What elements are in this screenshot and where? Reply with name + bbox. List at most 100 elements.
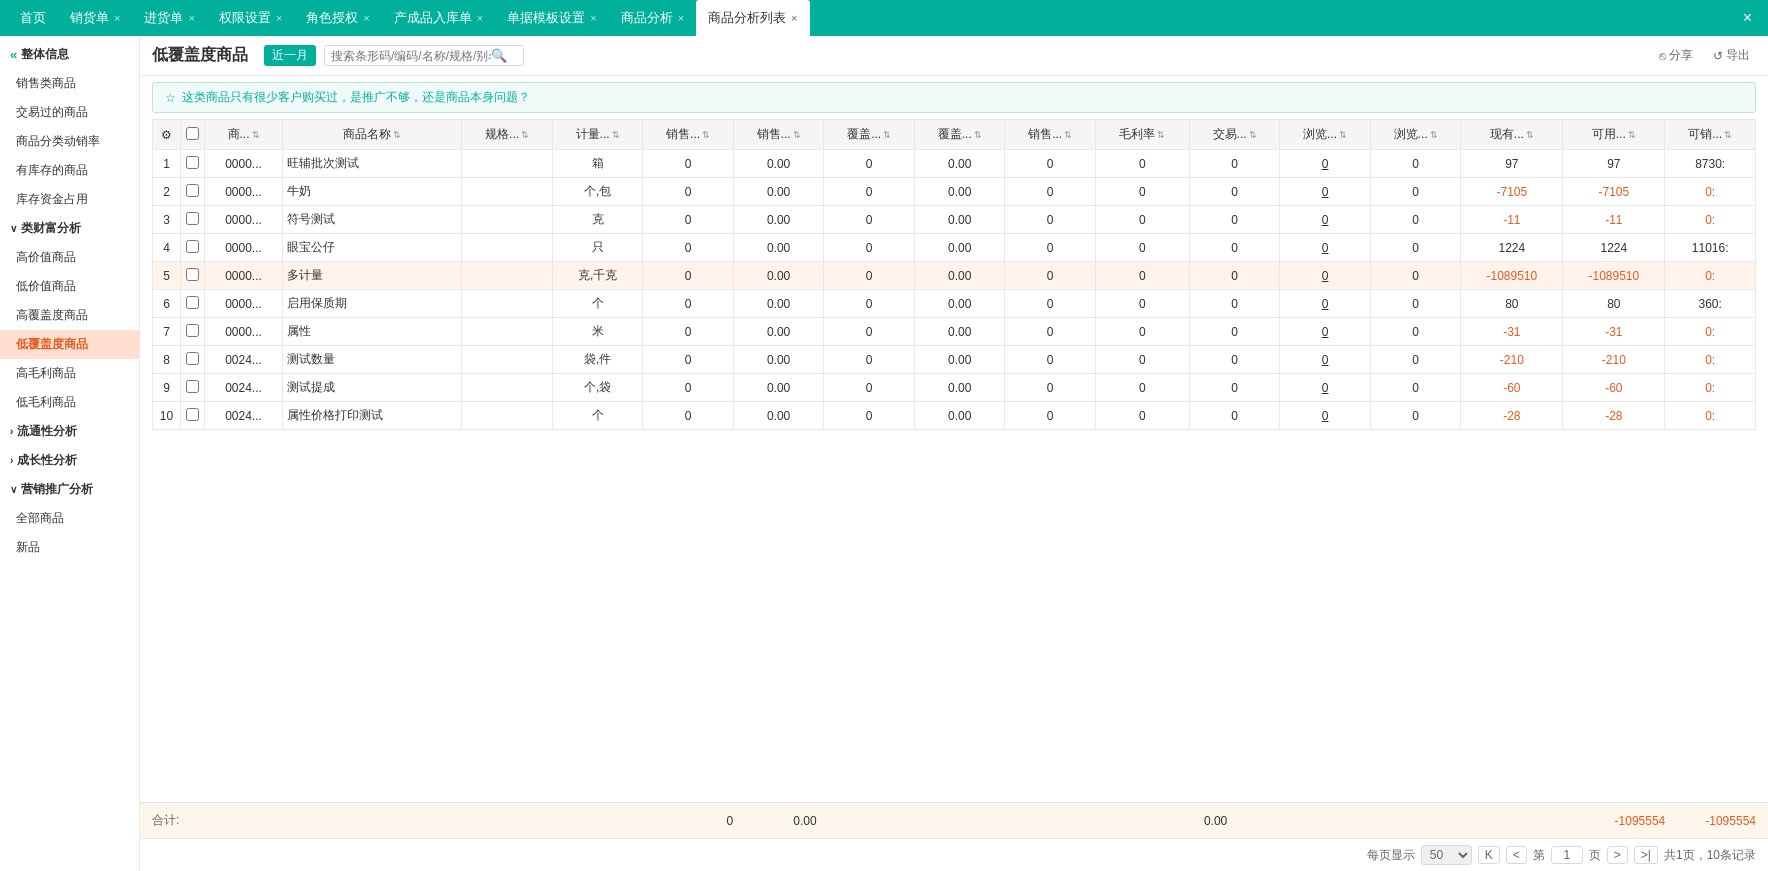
col-trade[interactable]: 交易...⇅ [1189, 120, 1280, 150]
row-checkbox[interactable] [186, 268, 199, 281]
sidebar-section-header-liquidity[interactable]: › 流通性分析 [0, 417, 139, 446]
col-saleable[interactable]: 可销...⇅ [1665, 120, 1756, 150]
nav-item-product-analysis[interactable]: 商品分析 × [609, 0, 696, 36]
sidebar-section-header-wealth[interactable]: ∨ 类财富分析 [0, 214, 139, 243]
row-checkbox-cell[interactable] [181, 374, 205, 402]
row-unit: 个,袋 [552, 374, 643, 402]
nav-item-home[interactable]: 首页 [8, 0, 58, 36]
row-checkbox[interactable] [186, 380, 199, 393]
row-browse1[interactable]: 0 [1280, 234, 1371, 262]
sidebar-item-all-goods[interactable]: 全部商品 [0, 504, 139, 533]
last-page-button[interactable]: >| [1634, 846, 1658, 864]
col-unit[interactable]: 计量...⇅ [552, 120, 643, 150]
row-checkbox-cell[interactable] [181, 234, 205, 262]
sidebar-item-stocked-goods[interactable]: 有库存的商品 [0, 156, 139, 185]
col-avail[interactable]: 可用...⇅ [1563, 120, 1665, 150]
row-sales3: 0 [1005, 150, 1096, 178]
sidebar-item-low-margin[interactable]: 低毛利商品 [0, 388, 139, 417]
page-input[interactable] [1551, 846, 1583, 864]
row-checkbox-cell[interactable] [181, 318, 205, 346]
share-button[interactable]: ⎋ 分享 [1653, 44, 1699, 67]
col-cov1[interactable]: 覆盖...⇅ [824, 120, 915, 150]
col-checkbox[interactable] [181, 120, 205, 150]
row-checkbox[interactable] [186, 408, 199, 421]
close-icon[interactable]: × [363, 12, 369, 24]
row-checkbox[interactable] [186, 156, 199, 169]
period-button[interactable]: 近一月 [264, 45, 316, 66]
col-browse1[interactable]: 浏览...⇅ [1280, 120, 1371, 150]
row-checkbox-cell[interactable] [181, 290, 205, 318]
row-browse1[interactable]: 0 [1280, 150, 1371, 178]
search-input[interactable] [331, 49, 491, 63]
nav-item-template-settings[interactable]: 单据模板设置 × [495, 0, 608, 36]
col-sales-amt[interactable]: 销售...⇅ [733, 120, 824, 150]
sidebar-item-category-rate[interactable]: 商品分类动销率 [0, 127, 139, 156]
col-margin[interactable]: 毛利率⇅ [1095, 120, 1189, 150]
sidebar-item-traded-goods[interactable]: 交易过的商品 [0, 98, 139, 127]
row-checkbox[interactable] [186, 352, 199, 365]
row-browse1[interactable]: 0 [1280, 262, 1371, 290]
first-page-button[interactable]: K [1478, 846, 1500, 864]
row-checkbox-cell[interactable] [181, 262, 205, 290]
row-checkbox-cell[interactable] [181, 150, 205, 178]
row-browse1[interactable]: 0 [1280, 402, 1371, 430]
sidebar-item-low-value[interactable]: 低价值商品 [0, 272, 139, 301]
row-browse1[interactable]: 0 [1280, 374, 1371, 402]
close-icon[interactable]: × [276, 12, 282, 24]
row-checkbox-cell[interactable] [181, 178, 205, 206]
close-icon[interactable]: × [188, 12, 194, 24]
col-browse2[interactable]: 浏览...⇅ [1370, 120, 1461, 150]
row-checkbox-cell[interactable] [181, 402, 205, 430]
nav-item-purchase[interactable]: 进货单 × [132, 0, 206, 36]
col-spec[interactable]: 规格...⇅ [462, 120, 553, 150]
row-browse1[interactable]: 0 [1280, 178, 1371, 206]
close-icon[interactable]: × [678, 12, 684, 24]
col-sales-qty[interactable]: 销售...⇅ [643, 120, 734, 150]
close-icon[interactable]: × [114, 12, 120, 24]
row-checkbox-cell[interactable] [181, 206, 205, 234]
page-of-label: 页 [1589, 847, 1601, 864]
row-browse1[interactable]: 0 [1280, 346, 1371, 374]
close-icon[interactable]: × [791, 12, 797, 24]
nav-item-role-auth[interactable]: 角色授权 × [294, 0, 381, 36]
prev-page-button[interactable]: < [1506, 846, 1527, 864]
row-checkbox[interactable] [186, 184, 199, 197]
col-stock[interactable]: 现有...⇅ [1461, 120, 1563, 150]
row-sales3: 0 [1005, 402, 1096, 430]
row-browse1[interactable]: 0 [1280, 290, 1371, 318]
sidebar-item-high-coverage[interactable]: 高覆盖度商品 [0, 301, 139, 330]
sidebar-item-sales-goods[interactable]: 销售类商品 [0, 69, 139, 98]
nav-item-permissions[interactable]: 权限设置 × [207, 0, 294, 36]
row-checkbox[interactable] [186, 212, 199, 225]
row-checkbox[interactable] [186, 296, 199, 309]
sidebar-section-header-overall[interactable]: « 整体信息 [0, 40, 139, 69]
close-icon[interactable]: × [477, 12, 483, 24]
row-browse1[interactable]: 0 [1280, 318, 1371, 346]
window-close-button[interactable]: × [1735, 9, 1760, 27]
page-title: 低覆盖度商品 [152, 45, 248, 66]
row-checkbox[interactable] [186, 240, 199, 253]
col-sales3[interactable]: 销售...⇅ [1005, 120, 1096, 150]
sidebar-item-high-margin[interactable]: 高毛利商品 [0, 359, 139, 388]
row-browse1[interactable]: 0 [1280, 206, 1371, 234]
sidebar-item-low-coverage[interactable]: 低覆盖度商品 [0, 330, 139, 359]
next-page-button[interactable]: > [1607, 846, 1628, 864]
row-checkbox[interactable] [186, 324, 199, 337]
sidebar-section-header-growth[interactable]: › 成长性分析 [0, 446, 139, 475]
sidebar-section-header-marketing[interactable]: ∨ 营销推广分析 [0, 475, 139, 504]
col-code[interactable]: 商...⇅ [205, 120, 283, 150]
col-name[interactable]: 商品名称⇅ [283, 120, 462, 150]
select-all-checkbox[interactable] [186, 127, 199, 140]
col-settings[interactable]: ⚙ [153, 120, 181, 150]
row-checkbox-cell[interactable] [181, 346, 205, 374]
export-button[interactable]: ↺ 导出 [1707, 44, 1756, 67]
nav-item-product-inbound[interactable]: 产成品入库单 × [382, 0, 495, 36]
close-icon[interactable]: × [590, 12, 596, 24]
col-cov2[interactable]: 覆盖...⇅ [914, 120, 1005, 150]
sidebar-item-high-value[interactable]: 高价值商品 [0, 243, 139, 272]
per-page-select[interactable]: 50 10 20 100 [1421, 845, 1472, 865]
nav-item-sales[interactable]: 销货单 × [58, 0, 132, 36]
nav-item-product-analysis-list[interactable]: 商品分析列表 × [696, 0, 809, 36]
sidebar-item-new-goods[interactable]: 新品 [0, 533, 139, 562]
sidebar-item-capital-usage[interactable]: 库存资金占用 [0, 185, 139, 214]
